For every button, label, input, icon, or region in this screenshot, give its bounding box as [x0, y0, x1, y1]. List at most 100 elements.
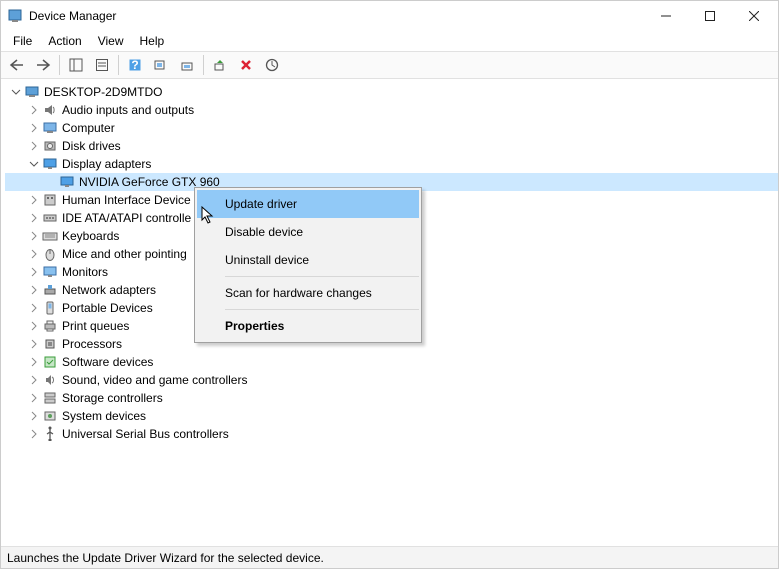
tree-node-label: System devices — [62, 409, 146, 423]
toolbar-separator — [203, 55, 204, 75]
window-title: Device Manager — [29, 9, 644, 23]
expander-closed-icon[interactable] — [27, 265, 41, 279]
tree-node-label: Network adapters — [62, 283, 156, 297]
enable-device-button[interactable] — [208, 54, 232, 76]
tree-root[interactable]: DESKTOP-2D9MTDO — [5, 83, 778, 101]
ctx-uninstall-device[interactable]: Uninstall device — [197, 246, 419, 274]
tree-node-label: Display adapters — [62, 157, 151, 171]
ctx-properties[interactable]: Properties — [197, 312, 419, 340]
status-bar: Launches the Update Driver Wizard for th… — [1, 546, 778, 568]
expander-closed-icon[interactable] — [27, 193, 41, 207]
tree-node-label: IDE ATA/ATAPI controlle — [62, 211, 191, 225]
menu-bar: File Action View Help — [1, 31, 778, 51]
tree-node-label: Human Interface Device — [62, 193, 191, 207]
cpu-icon — [42, 336, 58, 352]
keyboard-icon — [42, 228, 58, 244]
back-button[interactable] — [5, 54, 29, 76]
menu-file[interactable]: File — [5, 32, 40, 50]
tree-node-label: Software devices — [62, 355, 153, 369]
expander-closed-icon[interactable] — [27, 121, 41, 135]
storage-icon — [42, 390, 58, 406]
menu-action[interactable]: Action — [40, 32, 89, 50]
tree-node[interactable]: Storage controllers — [5, 389, 778, 407]
software-icon — [42, 354, 58, 370]
forward-button[interactable] — [31, 54, 55, 76]
update-driver-button[interactable] — [175, 54, 199, 76]
computer-icon — [42, 120, 58, 136]
expander-closed-icon[interactable] — [27, 229, 41, 243]
properties-button[interactable] — [90, 54, 114, 76]
ctx-separator — [225, 309, 419, 310]
disk-icon — [42, 138, 58, 154]
expander-open-icon[interactable] — [27, 157, 41, 171]
computer-icon — [24, 84, 40, 100]
context-menu: Update driverDisable deviceUninstall dev… — [194, 187, 422, 343]
tree-node-label: Processors — [62, 337, 122, 351]
menu-help[interactable]: Help — [132, 32, 173, 50]
tree-node-label: Print queues — [62, 319, 129, 333]
expander-closed-icon[interactable] — [27, 301, 41, 315]
mouse-icon — [42, 246, 58, 262]
hid-icon — [42, 192, 58, 208]
tree-node[interactable]: Sound, video and game controllers — [5, 371, 778, 389]
expander-closed-icon[interactable] — [27, 337, 41, 351]
portable-icon — [42, 300, 58, 316]
expander-closed-icon[interactable] — [27, 139, 41, 153]
audio-icon — [42, 102, 58, 118]
maximize-button[interactable] — [688, 1, 732, 31]
tree-root-label: DESKTOP-2D9MTDO — [44, 85, 162, 99]
monitor-icon — [42, 264, 58, 280]
uninstall-device-button[interactable] — [234, 54, 258, 76]
tree-node-label: Keyboards — [62, 229, 119, 243]
ctx-update-driver[interactable]: Update driver — [197, 190, 419, 218]
menu-view[interactable]: View — [90, 32, 132, 50]
sound-icon — [42, 372, 58, 388]
tree-node[interactable]: System devices — [5, 407, 778, 425]
tree-node-label: Portable Devices — [62, 301, 153, 315]
scan-hardware-button[interactable] — [149, 54, 173, 76]
expander-closed-icon[interactable] — [27, 247, 41, 261]
display-icon — [59, 174, 75, 190]
tree-node[interactable]: Computer — [5, 119, 778, 137]
expander-closed-icon[interactable] — [27, 103, 41, 117]
display-icon — [42, 156, 58, 172]
toolbar-separator — [59, 55, 60, 75]
ctx-separator — [225, 276, 419, 277]
app-icon — [7, 8, 23, 24]
expander-closed-icon[interactable] — [27, 211, 41, 225]
expander-closed-icon[interactable] — [27, 427, 41, 441]
network-icon — [42, 282, 58, 298]
expander-closed-icon[interactable] — [27, 391, 41, 405]
close-button[interactable] — [732, 1, 776, 31]
print-icon — [42, 318, 58, 334]
tree-node[interactable]: Display adapters — [5, 155, 778, 173]
window-controls — [644, 1, 776, 31]
expander-closed-icon[interactable] — [27, 355, 41, 369]
show-hide-console-button[interactable] — [64, 54, 88, 76]
ctx-disable-device[interactable]: Disable device — [197, 218, 419, 246]
toolbar: ? — [1, 51, 778, 79]
tree-node[interactable]: Disk drives — [5, 137, 778, 155]
tree-node[interactable]: Software devices — [5, 353, 778, 371]
minimize-button[interactable] — [644, 1, 688, 31]
ide-icon — [42, 210, 58, 226]
toolbar-separator — [118, 55, 119, 75]
expander-icon[interactable] — [9, 85, 23, 99]
expander-closed-icon[interactable] — [27, 373, 41, 387]
expander-closed-icon[interactable] — [27, 409, 41, 423]
expander-closed-icon[interactable] — [27, 319, 41, 333]
ctx-scan-for-hardware-changes[interactable]: Scan for hardware changes — [197, 279, 419, 307]
tree-node-label: Monitors — [62, 265, 108, 279]
tree-node[interactable]: Universal Serial Bus controllers — [5, 425, 778, 443]
system-icon — [42, 408, 58, 424]
status-text: Launches the Update Driver Wizard for th… — [7, 551, 324, 565]
tree-node-label: Audio inputs and outputs — [62, 103, 194, 117]
title-bar: Device Manager — [1, 1, 778, 31]
expander-closed-icon[interactable] — [27, 283, 41, 297]
disable-device-button[interactable] — [260, 54, 284, 76]
tree-node-label: Universal Serial Bus controllers — [62, 427, 229, 441]
svg-text:?: ? — [131, 58, 138, 72]
help-button[interactable]: ? — [123, 54, 147, 76]
tree-node[interactable]: Audio inputs and outputs — [5, 101, 778, 119]
usb-icon — [42, 426, 58, 442]
